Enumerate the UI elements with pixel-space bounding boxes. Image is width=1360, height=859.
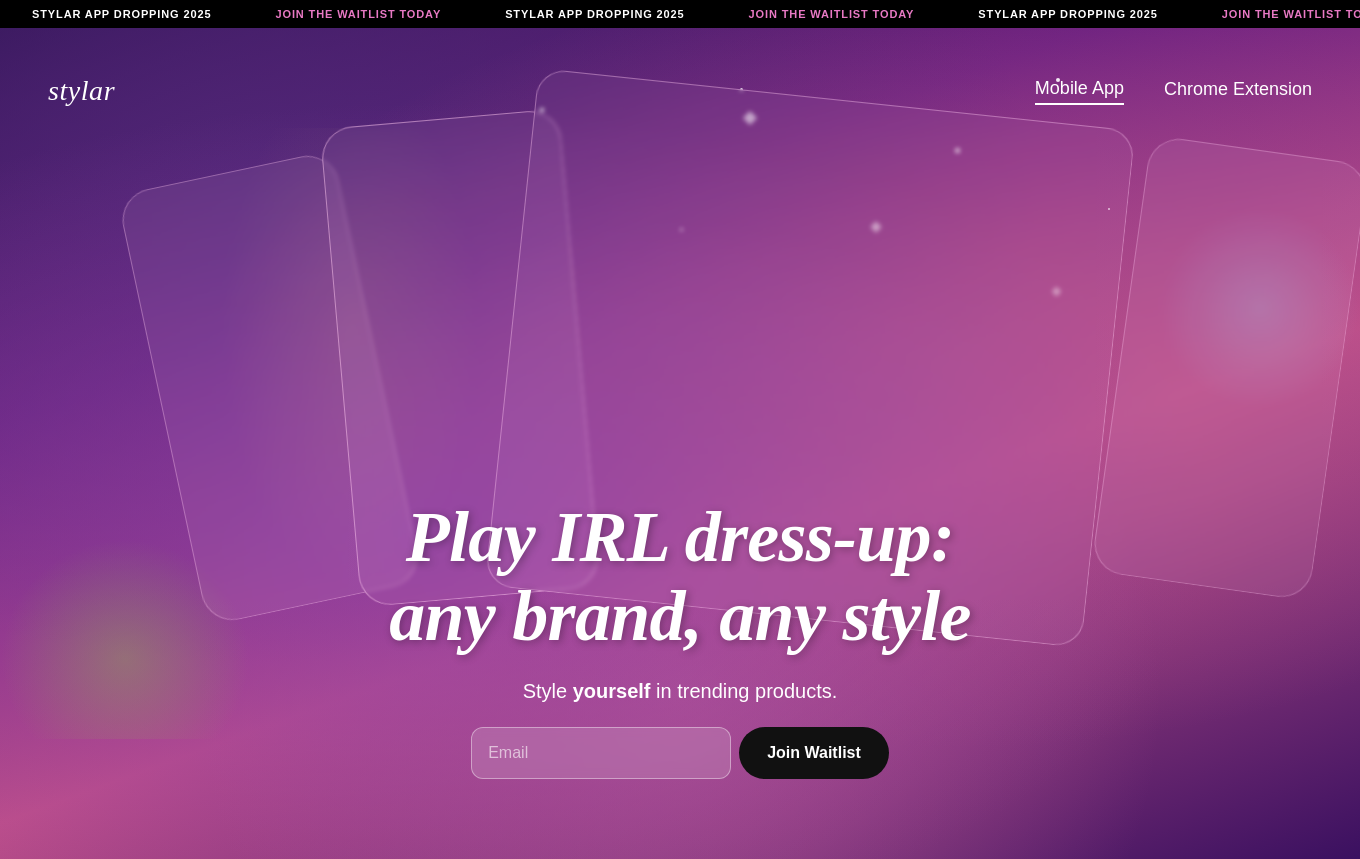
hero-subtitle-suffix: in trending products. xyxy=(651,680,838,702)
navbar: stylar Mobile App Chrome Extension xyxy=(0,56,1360,126)
join-waitlist-button[interactable]: Join Waitlist xyxy=(739,727,889,779)
ticker-item: STYLAR APP DROPPING 2025 xyxy=(0,8,243,20)
ticker-item-accent: JOIN THE WAITLIST TODAY xyxy=(717,8,947,20)
nav-links: Mobile App Chrome Extension xyxy=(1035,78,1312,105)
ticker-item-accent: JOIN THE WAITLIST TODAY xyxy=(1190,8,1360,20)
hero-section: stylar Mobile App Chrome Extension Play … xyxy=(0,28,1360,859)
hero-title-line1: Play IRL dress-up: xyxy=(389,498,971,577)
email-input[interactable] xyxy=(471,727,731,779)
ticker-item: STYLAR APP DROPPING 2025 xyxy=(946,8,1189,20)
logo: stylar xyxy=(48,75,115,107)
nav-link-chrome-extension[interactable]: Chrome Extension xyxy=(1164,79,1312,104)
ticker-track: STYLAR APP DROPPING 2025 JOIN THE WAITLI… xyxy=(0,8,1360,20)
hero-content: Play IRL dress-up: any brand, any style … xyxy=(0,498,1360,779)
hero-headline: Play IRL dress-up: any brand, any style xyxy=(389,498,971,656)
ticker-item: STYLAR APP DROPPING 2025 xyxy=(473,8,716,20)
hero-subtitle-bold: yourself xyxy=(573,680,651,702)
nav-link-mobile-app[interactable]: Mobile App xyxy=(1035,78,1124,105)
hero-subtitle: Style yourself in trending products. xyxy=(523,680,838,703)
hero-subtitle-prefix: Style xyxy=(523,680,573,702)
ticker-item-accent: JOIN THE WAITLIST TODAY xyxy=(243,8,473,20)
hero-form: Join Waitlist xyxy=(471,727,889,779)
ticker-bar: STYLAR APP DROPPING 2025 JOIN THE WAITLI… xyxy=(0,0,1360,28)
hero-title-line2: any brand, any style xyxy=(389,577,971,656)
